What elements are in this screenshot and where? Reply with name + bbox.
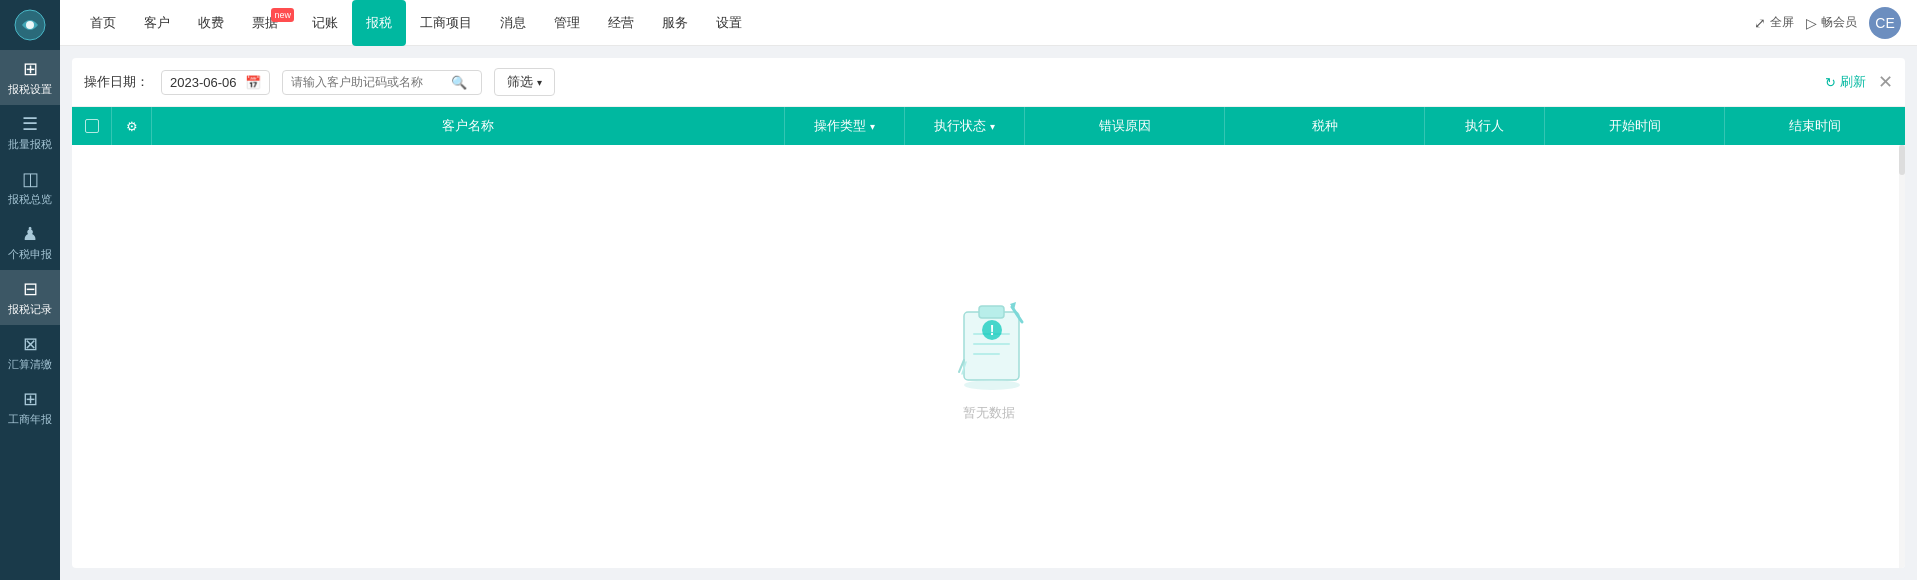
filter-icon-caozuo: ▾ (870, 121, 875, 132)
nav-item-jingying[interactable]: 经营 (594, 0, 648, 46)
search-icon[interactable]: 🔍 (451, 75, 467, 90)
fullscreen-button[interactable]: ⤢ 全屏 (1754, 14, 1794, 31)
table-header: ⚙ 客户名称 操作类型 ▾ 执行状态 ▾ 错误原因 税种 (72, 107, 1905, 145)
sidebar-item-baoshuishezhi[interactable]: ⊞ 报税设置 (0, 50, 60, 105)
refresh-icon: ↻ (1825, 75, 1836, 90)
th-caozuoleixing[interactable]: 操作类型 ▾ (785, 107, 905, 145)
settings-icon: ⚙ (126, 119, 138, 134)
scrollbar-thumb[interactable] (1899, 145, 1905, 175)
nav-item-shouye[interactable]: 首页 (76, 0, 130, 46)
svg-point-13 (964, 380, 1020, 390)
toolbar: 操作日期： 2023-06-06 📅 🔍 筛选 ▾ ↻ 刷新 (72, 58, 1905, 107)
filter-label: 筛选 (507, 73, 533, 91)
sidebar-item-label: 个税申报 (8, 247, 52, 262)
th-shuizhong: 税种 (1225, 107, 1425, 145)
date-label: 操作日期： (84, 73, 149, 91)
nav-item-baoshui[interactable]: 报税 (352, 0, 406, 46)
baoshuishezhi-icon: ⊞ (23, 58, 38, 80)
th-checkbox[interactable] (72, 107, 112, 145)
table-body: ! 暂无数据 (72, 145, 1905, 568)
sidebar-item-label: 批量报税 (8, 137, 52, 152)
sidebar-item-piliangbaoshui[interactable]: ☰ 批量报税 (0, 105, 60, 160)
search-box: 🔍 (282, 70, 482, 95)
close-button[interactable]: ✕ (1878, 73, 1893, 91)
th-zhixingzhuangtai[interactable]: 执行状态 ▾ (905, 107, 1025, 145)
baoshuijilu-icon: ⊟ (23, 278, 38, 300)
table-panel: 操作日期： 2023-06-06 📅 🔍 筛选 ▾ ↻ 刷新 (72, 58, 1905, 568)
nav-item-piaoju[interactable]: 票据 new (238, 0, 298, 46)
th-settings[interactable]: ⚙ (112, 107, 152, 145)
filter-icon-zhixing: ▾ (990, 121, 995, 132)
sidebar-item-label: 汇算清缴 (8, 357, 52, 372)
nav-item-shezhi[interactable]: 设置 (702, 0, 756, 46)
select-all-checkbox[interactable] (85, 119, 99, 133)
filter-button[interactable]: 筛选 ▾ (494, 68, 555, 96)
topnav-right: ⤢ 全屏 ▷ 畅会员 CE (1754, 7, 1901, 39)
svg-rect-3 (979, 306, 1004, 318)
refresh-button[interactable]: ↻ 刷新 (1825, 73, 1866, 91)
search-input[interactable] (291, 75, 451, 89)
fullscreen-icon: ⤢ (1754, 15, 1766, 31)
th-cuowuyuanyin: 错误原因 (1025, 107, 1225, 145)
sidebar-item-geshuishenbao[interactable]: ♟ 个税申报 (0, 215, 60, 270)
main-wrapper: 首页 客户 收费 票据 new 记账 报税 工商项目 消息 (60, 0, 1917, 580)
nav-item-shoufei[interactable]: 收费 (184, 0, 238, 46)
sidebar-item-huisuanqingcuo[interactable]: ⊠ 汇算清缴 (0, 325, 60, 380)
geshuishenbao-icon: ♟ (22, 223, 38, 245)
nav-items: 首页 客户 收费 票据 new 记账 报税 工商项目 消息 (76, 0, 1754, 46)
empty-text: 暂无数据 (963, 404, 1015, 422)
date-value: 2023-06-06 (170, 75, 237, 90)
app-logo[interactable] (0, 0, 60, 50)
topnav: 首页 客户 收费 票据 new 记账 报税 工商项目 消息 (60, 0, 1917, 46)
nav-item-jizhang[interactable]: 记账 (298, 0, 352, 46)
sidebar-item-label: 报税设置 (8, 82, 52, 97)
new-badge: new (271, 8, 294, 22)
baoshuizonglan-icon: ◫ (22, 168, 39, 190)
huisuanqingcuo-icon: ⊠ (23, 333, 38, 355)
member-icon: ▷ (1806, 15, 1817, 31)
sidebar-item-label: 工商年报 (8, 412, 52, 427)
gongshangnianbaobiao-icon: ⊞ (23, 388, 38, 410)
sidebar: ⊞ 报税设置 ☰ 批量报税 ◫ 报税总览 ♟ 个税申报 ⊟ 报税记录 ⊠ 汇算清… (0, 0, 60, 580)
avatar[interactable]: CE (1869, 7, 1901, 39)
th-jieshushijian: 结束时间 (1725, 107, 1905, 145)
sidebar-item-gongshangnianbaobiao[interactable]: ⊞ 工商年报 (0, 380, 60, 435)
date-picker[interactable]: 2023-06-06 📅 (161, 70, 270, 95)
nav-item-gongshangxiangmu[interactable]: 工商项目 (406, 0, 486, 46)
sidebar-item-label: 报税总览 (8, 192, 52, 207)
member-button[interactable]: ▷ 畅会员 (1806, 14, 1857, 31)
svg-text:!: ! (989, 322, 994, 338)
th-zhixingren: 执行人 (1425, 107, 1545, 145)
chevron-down-icon: ▾ (537, 77, 542, 88)
page-content: 操作日期： 2023-06-06 📅 🔍 筛选 ▾ ↻ 刷新 (60, 46, 1917, 580)
nav-item-guanli[interactable]: 管理 (540, 0, 594, 46)
th-kehumingcheng: 客户名称 (152, 107, 785, 145)
empty-illustration: ! (944, 292, 1034, 392)
piliangbaoshui-icon: ☰ (22, 113, 38, 135)
sidebar-item-label: 报税记录 (8, 302, 52, 317)
nav-item-kehu[interactable]: 客户 (130, 0, 184, 46)
nav-item-xiaoxi[interactable]: 消息 (486, 0, 540, 46)
th-kaishishijian: 开始时间 (1545, 107, 1725, 145)
empty-state: ! 暂无数据 (944, 292, 1034, 422)
calendar-icon: 📅 (245, 75, 261, 90)
sidebar-item-baoshuizonglan[interactable]: ◫ 报税总览 (0, 160, 60, 215)
nav-item-fuwu[interactable]: 服务 (648, 0, 702, 46)
sidebar-item-baoshuijilu[interactable]: ⊟ 报税记录 (0, 270, 60, 325)
scrollbar-track[interactable] (1899, 145, 1905, 568)
svg-point-1 (26, 21, 34, 29)
